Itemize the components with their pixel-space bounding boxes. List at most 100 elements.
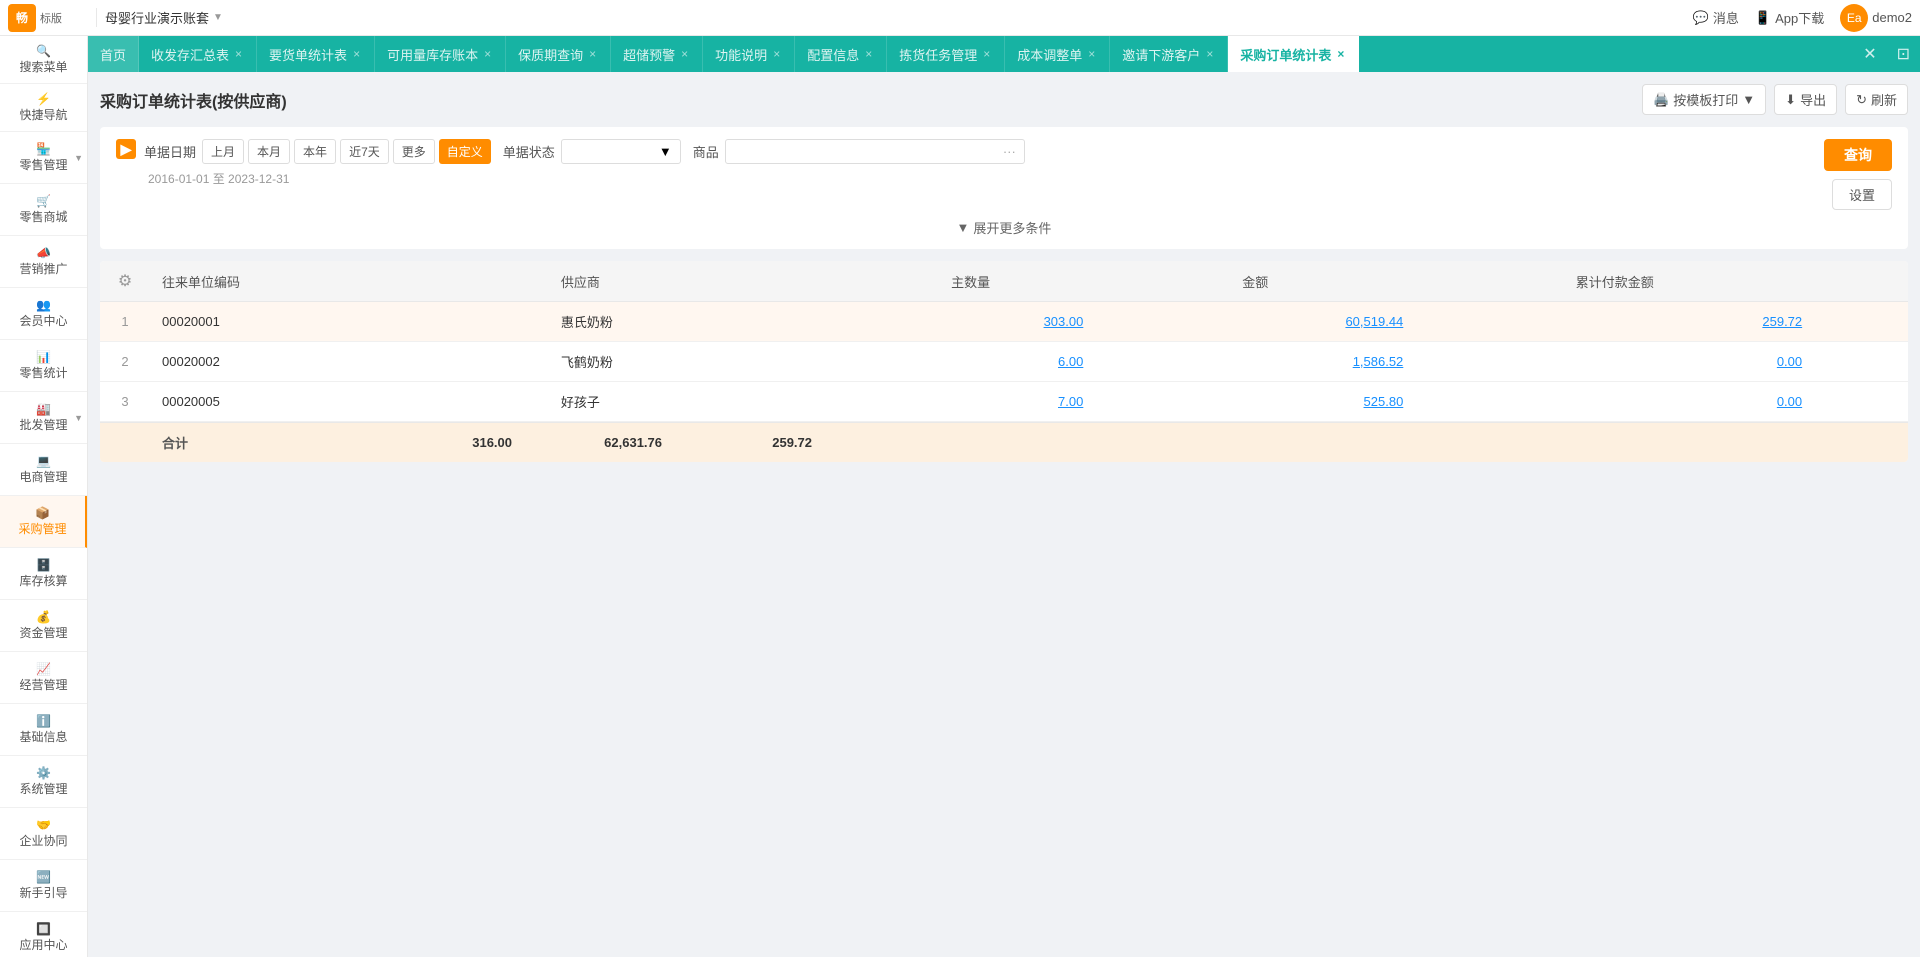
sidebar-item-guide[interactable]: 🆕 新手引导 — [0, 860, 87, 912]
sidebar-item-retail-mgmt[interactable]: 🏪 零售管理 — [0, 132, 87, 184]
tab-close-icon[interactable]: × — [233, 47, 244, 61]
sidebar-nav-item[interactable]: ⚡ 快捷导航 — [0, 84, 87, 132]
cell-paid[interactable]: 0.00 — [1415, 382, 1814, 422]
home-tab-label: 首页 — [100, 45, 126, 64]
cell-amount[interactable]: 525.80 — [1095, 382, 1415, 422]
table-row[interactable]: 2 00020002 飞鹤奶粉 6.00 1,586.52 0.00 — [100, 342, 1908, 382]
sidebar: 🔍 搜索菜单 ⚡ 快捷导航 🏪 零售管理 🛒 零售商城 📣 营销推广 👥 — [0, 36, 88, 957]
tab-close-icon[interactable]: × — [771, 47, 782, 61]
tab-close-icon[interactable]: × — [587, 47, 598, 61]
export-btn[interactable]: ⬇ 导出 — [1774, 84, 1837, 115]
footer-paid: 259.72 — [662, 435, 812, 450]
app-download-btn[interactable]: 📱 App下载 — [1755, 8, 1824, 27]
date-btn-more[interactable]: 更多 — [393, 139, 435, 164]
tab-home[interactable]: 首页 — [88, 36, 139, 72]
user-area[interactable]: Ea demo2 — [1840, 4, 1912, 32]
table-footer: 合计 316.00 62,631.76 259.72 — [100, 422, 1908, 462]
sidebar-item-retail-stat[interactable]: 📊 零售统计 — [0, 340, 87, 392]
operation-icon: 📈 — [4, 662, 83, 676]
tab-order-stat[interactable]: 要货单统计表 × — [257, 36, 375, 72]
tab-close-icon[interactable]: × — [1204, 47, 1215, 61]
sidebar-item-wholesale[interactable]: 🏭 批发管理 — [0, 392, 87, 444]
tab-cost-adjust[interactable]: 成本调整单 × — [1005, 36, 1110, 72]
sidebar-item-system[interactable]: ⚙️ 系统管理 — [0, 756, 87, 808]
expand-more-btn[interactable]: ▼ 展开更多条件 — [116, 218, 1892, 237]
maximize-tab-btn[interactable]: ⊡ — [1887, 44, 1920, 64]
basic-icon: ℹ️ — [4, 714, 83, 728]
sidebar-item-collab[interactable]: 🤝 企业协同 — [0, 808, 87, 860]
sidebar-item-purchase[interactable]: 📦 采购管理 — [0, 496, 87, 548]
cell-paid[interactable]: 0.00 — [1415, 342, 1814, 382]
filter-row-date-range: 2016-01-01 至 2023-12-31 — [144, 170, 1808, 187]
filter-status-label: 单据状态 — [503, 142, 555, 161]
tab-available-stock[interactable]: 可用量库存账本 × — [375, 36, 506, 72]
sidebar-item-basic-info[interactable]: ℹ️ 基础信息 — [0, 704, 87, 756]
tab-close-icon[interactable]: × — [1335, 47, 1346, 61]
table-row[interactable]: 3 00020005 好孩子 7.00 525.80 0.00 — [100, 382, 1908, 422]
cell-extra — [1814, 302, 1908, 342]
stat-icon: 📊 — [4, 350, 83, 364]
date-btn-7days[interactable]: 近7天 — [340, 139, 389, 164]
cell-qty[interactable]: 6.00 — [846, 342, 1095, 382]
tab-close-icon[interactable]: × — [1086, 47, 1097, 61]
workspace-selector[interactable]: 母婴行业演示账套 ▼ — [96, 8, 231, 27]
filter-date-item: 单据日期 上月 本月 本年 近7天 更多 自定义 — [144, 139, 491, 164]
tab-shelf-life[interactable]: 保质期查询 × — [506, 36, 611, 72]
close-tab-btn[interactable]: ✕ — [1853, 44, 1886, 64]
tab-function-desc[interactable]: 功能说明 × — [703, 36, 795, 72]
tab-close-icon[interactable]: × — [679, 47, 690, 61]
date-btn-last-month[interactable]: 上月 — [202, 139, 244, 164]
sidebar-item-retail-mall[interactable]: 🛒 零售商城 — [0, 184, 87, 236]
setting-btn[interactable]: 设置 — [1832, 179, 1892, 210]
workspace-arrow: ▼ — [213, 12, 223, 23]
filter-expand-btn[interactable]: ▶ — [116, 139, 136, 159]
date-btn-this-year[interactable]: 本年 — [294, 139, 336, 164]
logo-text: 标版 — [40, 10, 62, 26]
tab-close-icon[interactable]: × — [981, 47, 992, 61]
column-settings-icon[interactable]: ⚙ — [118, 273, 132, 290]
cell-supplier: 惠氏奶粉 — [549, 302, 846, 342]
sidebar-item-finance[interactable]: 💰 资金管理 — [0, 600, 87, 652]
table-row[interactable]: 1 00020001 惠氏奶粉 303.00 60,519.44 259.72 — [100, 302, 1908, 342]
tab-close-icon[interactable]: × — [351, 47, 362, 61]
sidebar-item-marketing[interactable]: 📣 营销推广 — [0, 236, 87, 288]
tab-close-icon[interactable]: × — [863, 47, 874, 61]
tab-pick-task[interactable]: 拣货任务管理 × — [887, 36, 1005, 72]
col-amount-header: 金额 — [1095, 261, 1415, 302]
sidebar-search-item[interactable]: 🔍 搜索菜单 — [0, 36, 87, 84]
sidebar-item-inventory[interactable]: 🗄️ 库存核算 — [0, 548, 87, 600]
cell-qty[interactable]: 303.00 — [846, 302, 1095, 342]
cell-qty[interactable]: 7.00 — [846, 382, 1095, 422]
date-range-display: 2016-01-01 至 2023-12-31 — [148, 170, 289, 187]
tab-invite-customer[interactable]: 邀请下游客户 × — [1110, 36, 1228, 72]
date-btn-this-month[interactable]: 本月 — [248, 139, 290, 164]
page-content: 采购订单统计表(按供应商) 🖨️ 按模板打印 ▼ ⬇ 导出 ↻ — [88, 72, 1920, 957]
refresh-btn[interactable]: ↻ 刷新 — [1845, 84, 1908, 115]
query-btn[interactable]: 查询 — [1824, 139, 1892, 171]
tab-overstock[interactable]: 超储预警 × — [611, 36, 703, 72]
tab-label: 超储预警 — [623, 45, 675, 64]
cell-amount[interactable]: 60,519.44 — [1095, 302, 1415, 342]
tab-label: 要货单统计表 — [269, 45, 347, 64]
sidebar-item-member[interactable]: 👥 会员中心 — [0, 288, 87, 340]
tab-config-info[interactable]: 配置信息 × — [795, 36, 887, 72]
cell-code: 00020001 — [150, 302, 549, 342]
cell-amount[interactable]: 1,586.52 — [1095, 342, 1415, 382]
sidebar-item-operation[interactable]: 📈 经营管理 — [0, 652, 87, 704]
date-custom-badge[interactable]: 自定义 — [439, 139, 491, 164]
message-btn[interactable]: 💬 消息 — [1693, 8, 1739, 27]
sidebar-item-ecommerce[interactable]: 💻 电商管理 — [0, 444, 87, 496]
tab-close-icon[interactable]: × — [482, 47, 493, 61]
filter-goods-item: 商品 ··· — [693, 139, 1025, 164]
cell-paid[interactable]: 259.72 — [1415, 302, 1814, 342]
page-header: 采购订单统计表(按供应商) 🖨️ 按模板打印 ▼ ⬇ 导出 ↻ — [100, 84, 1908, 115]
filter-goods-input[interactable]: ··· — [725, 139, 1025, 164]
top-right: 💬 消息 📱 App下载 Ea demo2 — [1693, 4, 1912, 32]
print-btn[interactable]: 🖨️ 按模板打印 ▼ — [1642, 84, 1766, 115]
filter-status-select[interactable]: ▼ — [561, 139, 681, 164]
tab-receive-summary[interactable]: 收发存汇总表 × — [139, 36, 257, 72]
cell-code: 00020002 — [150, 342, 549, 382]
status-select-arrow: ▼ — [659, 144, 672, 159]
tab-purchase-order-stat[interactable]: 采购订单统计表 × — [1228, 36, 1359, 72]
sidebar-item-app-center[interactable]: 🔲 应用中心 — [0, 912, 87, 957]
